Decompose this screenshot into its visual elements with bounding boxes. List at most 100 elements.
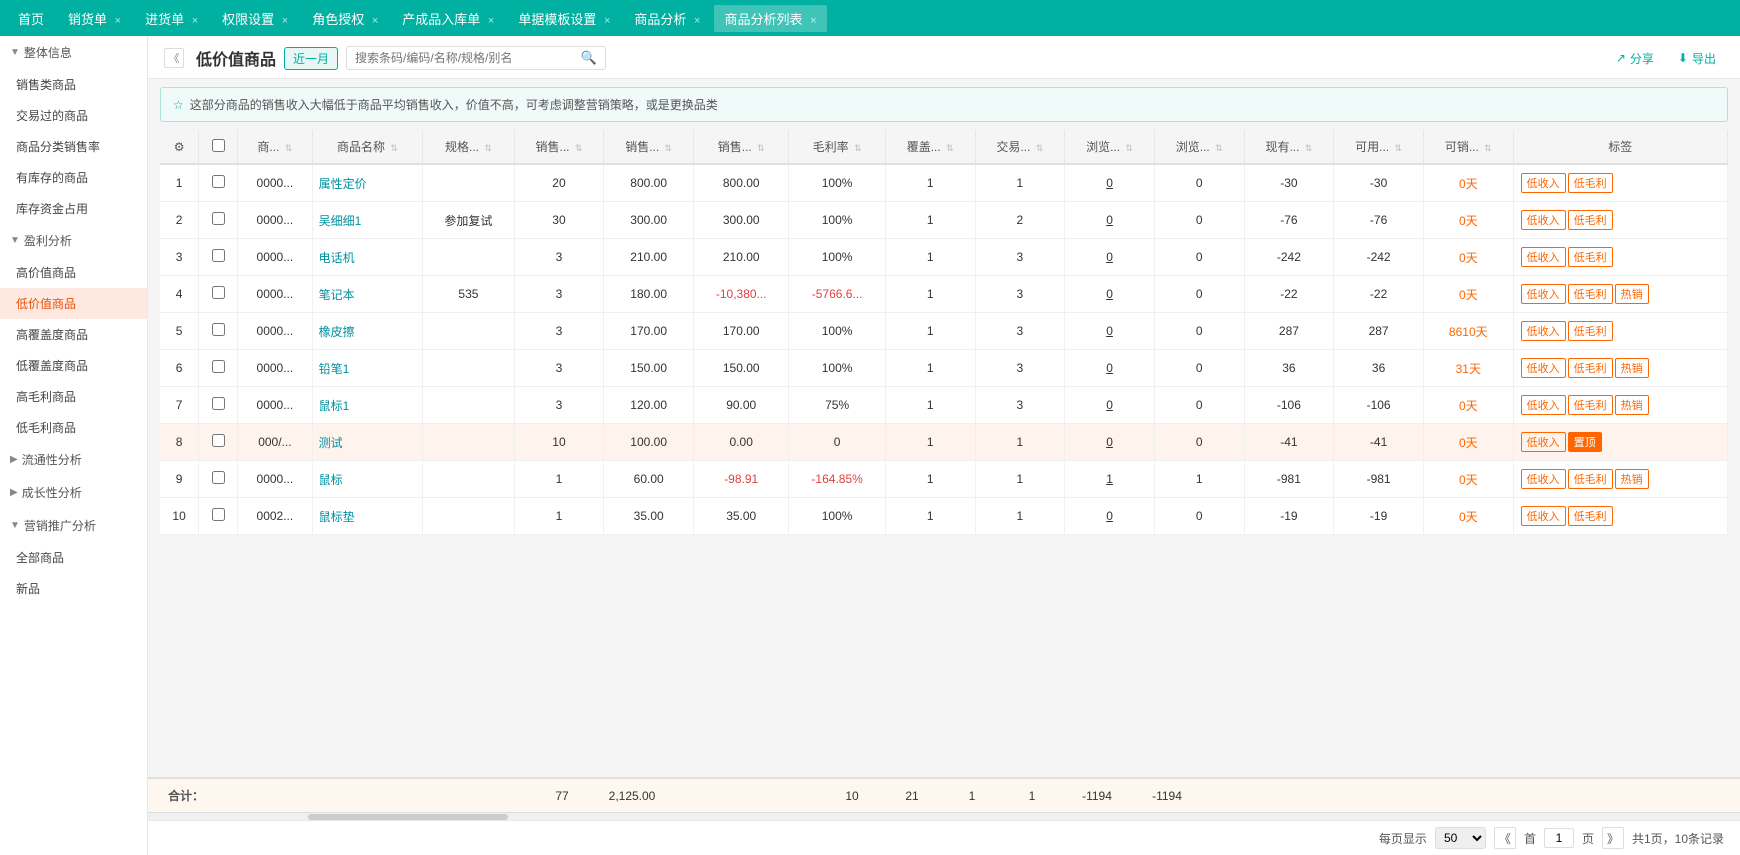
period-tag-button[interactable]: 近一月 (284, 47, 338, 70)
row-checkbox[interactable] (212, 249, 225, 262)
close-icon[interactable]: × (488, 15, 494, 27)
row-name[interactable]: 笔记本 (312, 276, 423, 313)
col-coverage[interactable]: 覆盖... ⇅ (885, 130, 975, 164)
close-icon[interactable]: × (694, 15, 700, 27)
browse-link[interactable]: 0 (1106, 509, 1113, 523)
row-checkbox[interactable] (212, 286, 225, 299)
sidebar-group-marketing[interactable]: ▼ 营销推广分析 (0, 509, 147, 542)
sidebar-item-low-value[interactable]: 低价值商品 (0, 288, 147, 319)
sidebar-item-low-coverage[interactable]: 低覆盖度商品 (0, 350, 147, 381)
sidebar-item-high-margin[interactable]: 高毛利商品 (0, 381, 147, 412)
row-browse1[interactable]: 0 (1065, 276, 1155, 313)
sidebar-group-liquidity[interactable]: ▶ 流通性分析 (0, 443, 147, 476)
row-checkbox[interactable] (212, 508, 225, 521)
browse-link[interactable]: 0 (1106, 213, 1113, 227)
browse-link[interactable]: 0 (1106, 287, 1113, 301)
sidebar-item-sales-products[interactable]: 销售类商品 (0, 69, 147, 100)
col-saleable[interactable]: 可销... ⇅ (1423, 130, 1513, 164)
nav-purchase-order[interactable]: 进货单 × (135, 5, 208, 32)
col-current[interactable]: 现有... ⇅ (1244, 130, 1334, 164)
per-page-select[interactable]: 50 100 200 (1435, 827, 1486, 849)
row-checkbox[interactable] (212, 471, 225, 484)
row-checkbox-cell[interactable] (199, 424, 238, 461)
close-icon[interactable]: × (810, 15, 816, 27)
search-input[interactable] (355, 51, 577, 65)
row-checkbox[interactable] (212, 175, 225, 188)
browse-link[interactable]: 0 (1106, 250, 1113, 264)
first-page-button[interactable]: 《 (1494, 827, 1516, 849)
col-browse2[interactable]: 浏览... ⇅ (1154, 130, 1244, 164)
col-code[interactable]: 商... ⇅ (238, 130, 312, 164)
col-settings[interactable]: ⚙ (160, 130, 199, 164)
browse-link[interactable]: 0 (1106, 435, 1113, 449)
row-browse1[interactable]: 0 (1065, 239, 1155, 276)
row-checkbox-cell[interactable] (199, 350, 238, 387)
row-name[interactable]: 橡皮擦 (312, 313, 423, 350)
col-available[interactable]: 可用... ⇅ (1334, 130, 1424, 164)
col-browse1[interactable]: 浏览... ⇅ (1065, 130, 1155, 164)
row-checkbox-cell[interactable] (199, 313, 238, 350)
row-browse1[interactable]: 0 (1065, 424, 1155, 461)
row-name[interactable]: 鼠标 (312, 461, 423, 498)
row-name[interactable]: 吴细细1 (312, 202, 423, 239)
row-browse1[interactable]: 0 (1065, 164, 1155, 202)
row-checkbox-cell[interactable] (199, 276, 238, 313)
nav-sales-order[interactable]: 销货单 × (58, 5, 131, 32)
close-icon[interactable]: × (115, 15, 121, 27)
row-name[interactable]: 电话机 (312, 239, 423, 276)
sidebar-item-all-products[interactable]: 全部商品 (0, 542, 147, 573)
col-name[interactable]: 商品名称 ⇅ (312, 130, 423, 164)
row-browse1[interactable]: 0 (1065, 498, 1155, 535)
row-checkbox[interactable] (212, 360, 225, 373)
sidebar-item-category-sales-rate[interactable]: 商品分类销售率 (0, 131, 147, 162)
row-browse1[interactable]: 0 (1065, 202, 1155, 239)
row-name[interactable]: 鼠标1 (312, 387, 423, 424)
nav-template-settings[interactable]: 单据模板设置 × (508, 5, 620, 32)
search-icon[interactable]: 🔍 (581, 50, 597, 66)
select-all-checkbox[interactable] (212, 139, 225, 152)
nav-home[interactable]: 首页 (8, 5, 54, 32)
table-wrapper[interactable]: ⚙ 商... ⇅ 商品名称 ⇅ 规格... ⇅ 销售... ⇅ 销售... ⇅ … (148, 130, 1740, 777)
row-checkbox[interactable] (212, 397, 225, 410)
col-sales-avg[interactable]: 销售... ⇅ (694, 130, 789, 164)
browse-link[interactable]: 1 (1106, 472, 1113, 486)
row-checkbox[interactable] (212, 212, 225, 225)
col-spec[interactable]: 规格... ⇅ (423, 130, 514, 164)
browse-link[interactable]: 0 (1106, 176, 1113, 190)
page-number-input[interactable] (1544, 828, 1574, 848)
nav-product-analysis-list[interactable]: 商品分析列表 × (714, 5, 826, 32)
row-browse1[interactable]: 0 (1065, 313, 1155, 350)
sidebar-item-high-coverage[interactable]: 高覆盖度商品 (0, 319, 147, 350)
sidebar-item-in-stock-products[interactable]: 有库存的商品 (0, 162, 147, 193)
next-page-button[interactable]: 》 (1602, 827, 1624, 849)
row-checkbox[interactable] (212, 434, 225, 447)
close-icon[interactable]: × (192, 15, 198, 27)
row-name[interactable]: 属性定价 (312, 164, 423, 202)
row-name[interactable]: 测试 (312, 424, 423, 461)
browse-link[interactable]: 0 (1106, 398, 1113, 412)
row-browse1[interactable]: 1 (1065, 461, 1155, 498)
close-icon[interactable]: × (604, 15, 610, 27)
sidebar-group-growth[interactable]: ▶ 成长性分析 (0, 476, 147, 509)
sidebar-group-profit[interactable]: ▼ 盈利分析 (0, 224, 147, 257)
col-gross-margin[interactable]: 毛利率 ⇅ (789, 130, 885, 164)
row-browse1[interactable]: 0 (1065, 387, 1155, 424)
row-checkbox-cell[interactable] (199, 202, 238, 239)
row-checkbox-cell[interactable] (199, 498, 238, 535)
browse-link[interactable]: 0 (1106, 324, 1113, 338)
nav-product-analysis[interactable]: 商品分析 × (624, 5, 710, 32)
row-checkbox-cell[interactable] (199, 387, 238, 424)
row-name[interactable]: 鼠标垫 (312, 498, 423, 535)
sidebar-group-overall[interactable]: ▼ 整体信息 (0, 36, 147, 69)
nav-product-inbound[interactable]: 产成品入库单 × (392, 5, 504, 32)
sidebar-item-traded-products[interactable]: 交易过的商品 (0, 100, 147, 131)
col-transactions[interactable]: 交易... ⇅ (975, 130, 1065, 164)
col-sales-amount[interactable]: 销售... ⇅ (604, 130, 694, 164)
sidebar-item-high-value[interactable]: 高价值商品 (0, 257, 147, 288)
close-icon[interactable]: × (372, 15, 378, 27)
collapse-sidebar-button[interactable]: 《 (164, 48, 184, 68)
row-browse1[interactable]: 0 (1065, 350, 1155, 387)
sidebar-item-low-margin[interactable]: 低毛利商品 (0, 412, 147, 443)
row-checkbox-cell[interactable] (199, 461, 238, 498)
row-checkbox-cell[interactable] (199, 239, 238, 276)
